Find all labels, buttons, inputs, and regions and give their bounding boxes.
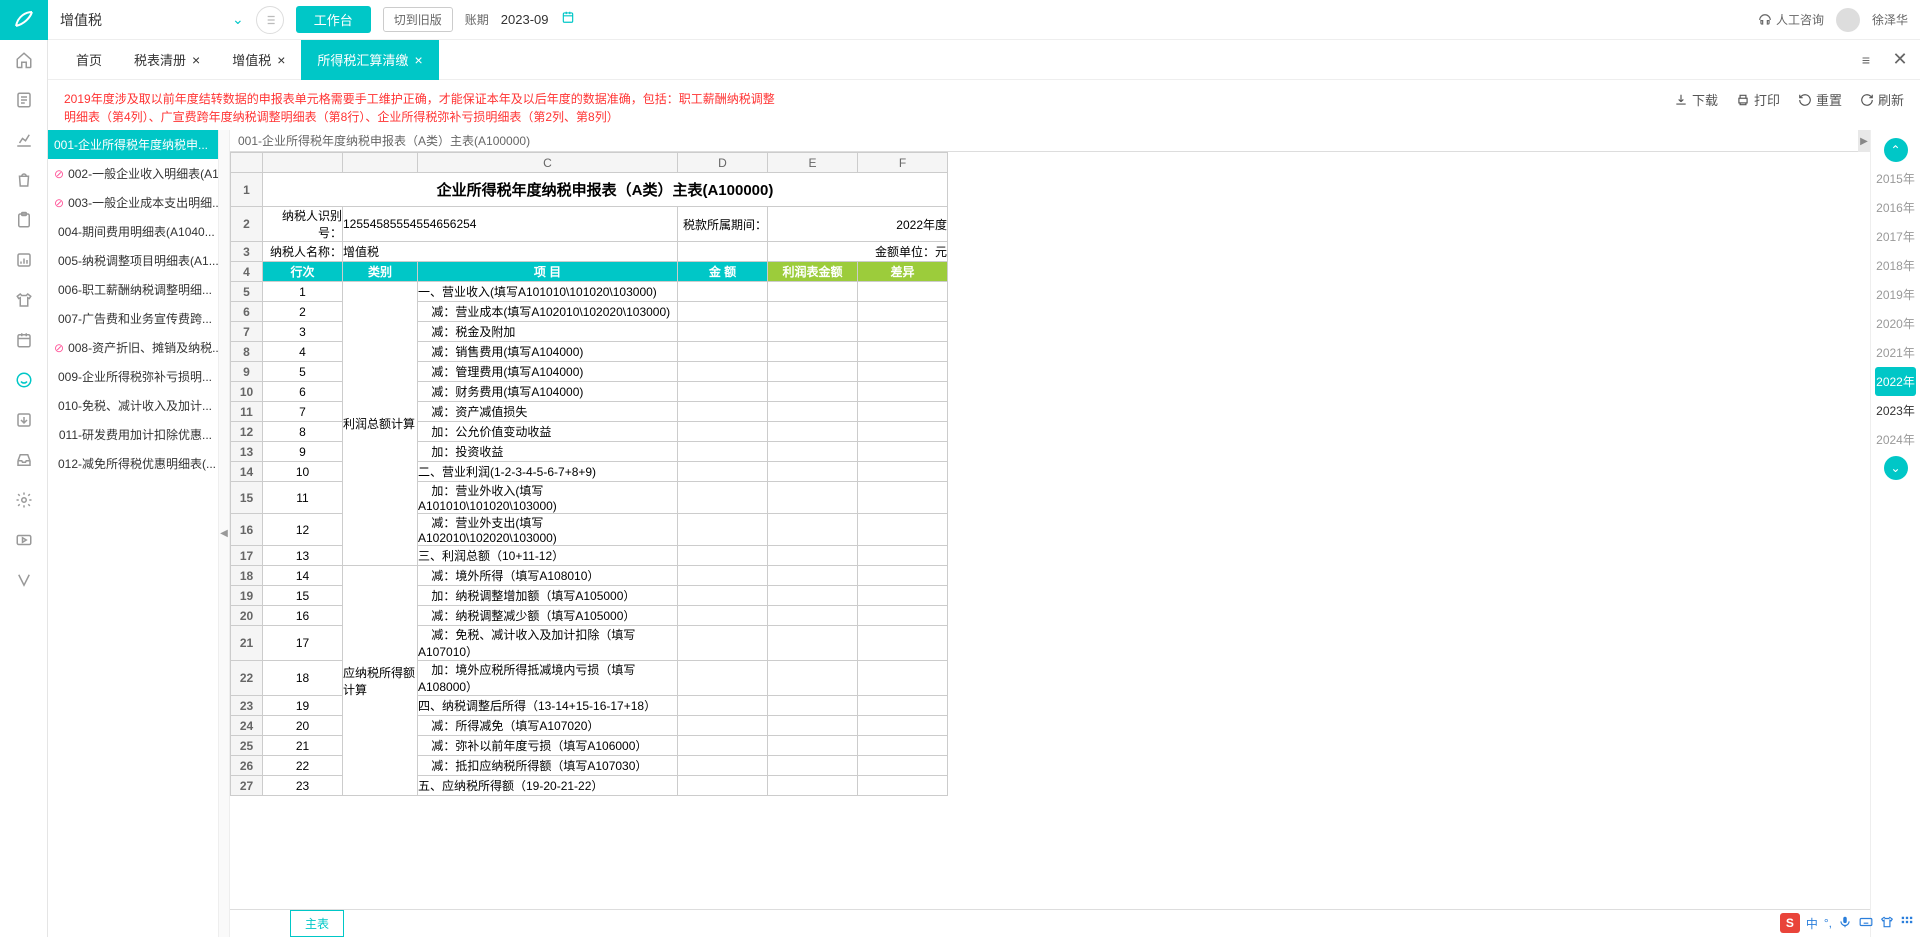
year-2017年[interactable]: 2017年	[1871, 222, 1920, 251]
year-down-icon[interactable]: ⌄	[1884, 456, 1908, 480]
tab-2[interactable]: 增值税×	[216, 40, 301, 80]
app-logo	[0, 0, 48, 40]
nav-clipboard-icon[interactable]	[0, 200, 48, 240]
header: 增值税 ⌄ 工作台 切到旧版 账期 2023-09 人工咨询 徐泽华	[48, 0, 1920, 40]
ime-punct-icon[interactable]: °,	[1824, 916, 1832, 930]
avatar[interactable]	[1836, 8, 1860, 32]
year-2016年[interactable]: 2016年	[1871, 193, 1920, 222]
nav-video-icon[interactable]	[0, 520, 48, 560]
ime-brand-icon[interactable]: S	[1780, 913, 1800, 933]
nav-gear-icon[interactable]	[0, 480, 48, 520]
notice-text: 2019年度涉及取以前年度结转数据的申报表单元格需要手工维护正确，才能保证本年及…	[64, 90, 784, 126]
sheet-bottom-bar: 主表	[230, 909, 1870, 937]
ime-grid-icon[interactable]	[1900, 915, 1914, 932]
year-2022年[interactable]: 2022年	[1875, 367, 1916, 396]
workbench-button[interactable]: 工作台	[296, 6, 371, 33]
nav-shirt-icon[interactable]	[0, 280, 48, 320]
download-button[interactable]: 下载	[1674, 90, 1718, 109]
form-item-10[interactable]: 011-研发费用加计扣除优惠...	[48, 420, 218, 449]
ime-keyboard-icon[interactable]	[1858, 915, 1874, 932]
nav-bag-icon[interactable]	[0, 160, 48, 200]
sheet-area: 001-企业所得税年度纳税申报表（A类）主表(A100000) ▶ CDEF1企…	[230, 130, 1870, 937]
sheet-tab-main[interactable]: 主表	[290, 910, 344, 937]
collapse-handle[interactable]: ◀	[218, 130, 230, 937]
nav-box-icon[interactable]	[0, 400, 48, 440]
nav-v-icon[interactable]	[0, 560, 48, 600]
form-item-11[interactable]: 012-减免所得税优惠明细表(...	[48, 449, 218, 478]
year-2018年[interactable]: 2018年	[1871, 251, 1920, 280]
tab-menu-icon[interactable]: ≡	[1852, 46, 1880, 74]
ime-skin-icon[interactable]	[1880, 915, 1894, 932]
year-up-icon[interactable]: ⌃	[1884, 138, 1908, 162]
username: 徐泽华	[1872, 11, 1908, 28]
calendar-icon[interactable]	[561, 10, 575, 29]
ime-bar: S 中 °,	[1780, 913, 1914, 933]
sheet-info-tab[interactable]: 001-企业所得税年度纳税申报表（A类）主表(A100000)	[230, 130, 1870, 152]
close-icon[interactable]: ×	[414, 52, 422, 68]
form-item-3[interactable]: 004-期间费用明细表(A1040...	[48, 217, 218, 246]
nav-chart-icon[interactable]	[0, 120, 48, 160]
tabs: 首页税表清册×增值税×所得税汇算清缴× ≡ ✕	[48, 40, 1920, 80]
year-2015年[interactable]: 2015年	[1871, 164, 1920, 193]
form-item-7[interactable]: ⊘008-资产折旧、摊销及纳税...	[48, 333, 218, 362]
nav-home-icon[interactable]	[0, 40, 48, 80]
tab-1[interactable]: 税表清册×	[118, 40, 216, 80]
refresh-button[interactable]: 刷新	[1860, 90, 1904, 109]
consult-button[interactable]: 人工咨询	[1758, 11, 1824, 28]
reset-button[interactable]: 重置	[1798, 90, 1842, 109]
switch-old-button[interactable]: 切到旧版	[383, 7, 453, 32]
form-item-2[interactable]: ⊘003-一般企业成本支出明细...	[48, 188, 218, 217]
form-item-9[interactable]: 010-免税、减计收入及加计...	[48, 391, 218, 420]
period-label: 账期	[465, 11, 489, 28]
nav-report-icon[interactable]	[0, 240, 48, 280]
warn-icon: ⊘	[54, 341, 64, 355]
nav-smile-icon[interactable]	[0, 360, 48, 400]
ime-lang[interactable]: 中	[1806, 915, 1818, 932]
ime-mic-icon[interactable]	[1838, 915, 1852, 932]
year-2023年[interactable]: 2023年	[1871, 396, 1920, 425]
consult-label: 人工咨询	[1776, 11, 1824, 28]
close-icon[interactable]: ×	[192, 52, 200, 68]
form-item-1[interactable]: ⊘002-一般企业收入明细表(A1...	[48, 159, 218, 188]
left-nav	[0, 0, 48, 937]
warn-icon: ⊘	[54, 196, 64, 210]
period-value[interactable]: 2023-09	[501, 12, 549, 27]
year-2020年[interactable]: 2020年	[1871, 309, 1920, 338]
tab-3[interactable]: 所得税汇算清缴×	[301, 40, 438, 80]
company-selector[interactable]: 增值税 ⌄	[60, 10, 244, 30]
nav-calendar-icon[interactable]	[0, 320, 48, 360]
warn-icon: ⊘	[54, 167, 64, 181]
form-item-6[interactable]: 007-广告费和业务宣传费跨...	[48, 304, 218, 333]
form-item-5[interactable]: 006-职工薪酬纳税调整明细...	[48, 275, 218, 304]
form-item-0[interactable]: 001-企业所得税年度纳税申...	[48, 130, 218, 159]
close-icon[interactable]: ×	[277, 52, 285, 68]
company-name: 增值税	[60, 10, 102, 30]
form-item-8[interactable]: 009-企业所得税弥补亏损明...	[48, 362, 218, 391]
year-2021年[interactable]: 2021年	[1871, 338, 1920, 367]
form-list: 001-企业所得税年度纳税申...⊘002-一般企业收入明细表(A1...⊘00…	[48, 130, 218, 937]
toolbar: 下载 打印 重置 刷新	[1674, 90, 1904, 109]
sheet-nav-right[interactable]: ▶	[1858, 130, 1870, 152]
form-item-4[interactable]: 005-纳税调整项目明细表(A1...	[48, 246, 218, 275]
chevron-down-icon: ⌄	[232, 11, 244, 28]
print-button[interactable]: 打印	[1736, 90, 1780, 109]
nav-doc-icon[interactable]	[0, 80, 48, 120]
year-2024年[interactable]: 2024年	[1871, 425, 1920, 454]
list-icon-button[interactable]	[256, 6, 284, 34]
year-2019年[interactable]: 2019年	[1871, 280, 1920, 309]
tab-0[interactable]: 首页	[60, 40, 118, 80]
spreadsheet[interactable]: CDEF1企业所得税年度纳税申报表（A类）主表(A100000)2纳税人识别号：…	[230, 152, 948, 796]
nav-inbox-icon[interactable]	[0, 440, 48, 480]
year-sidebar: ⌃ 2015年2016年2017年2018年2019年2020年2021年202…	[1870, 130, 1920, 937]
tab-close-all-icon[interactable]: ✕	[1886, 46, 1914, 74]
